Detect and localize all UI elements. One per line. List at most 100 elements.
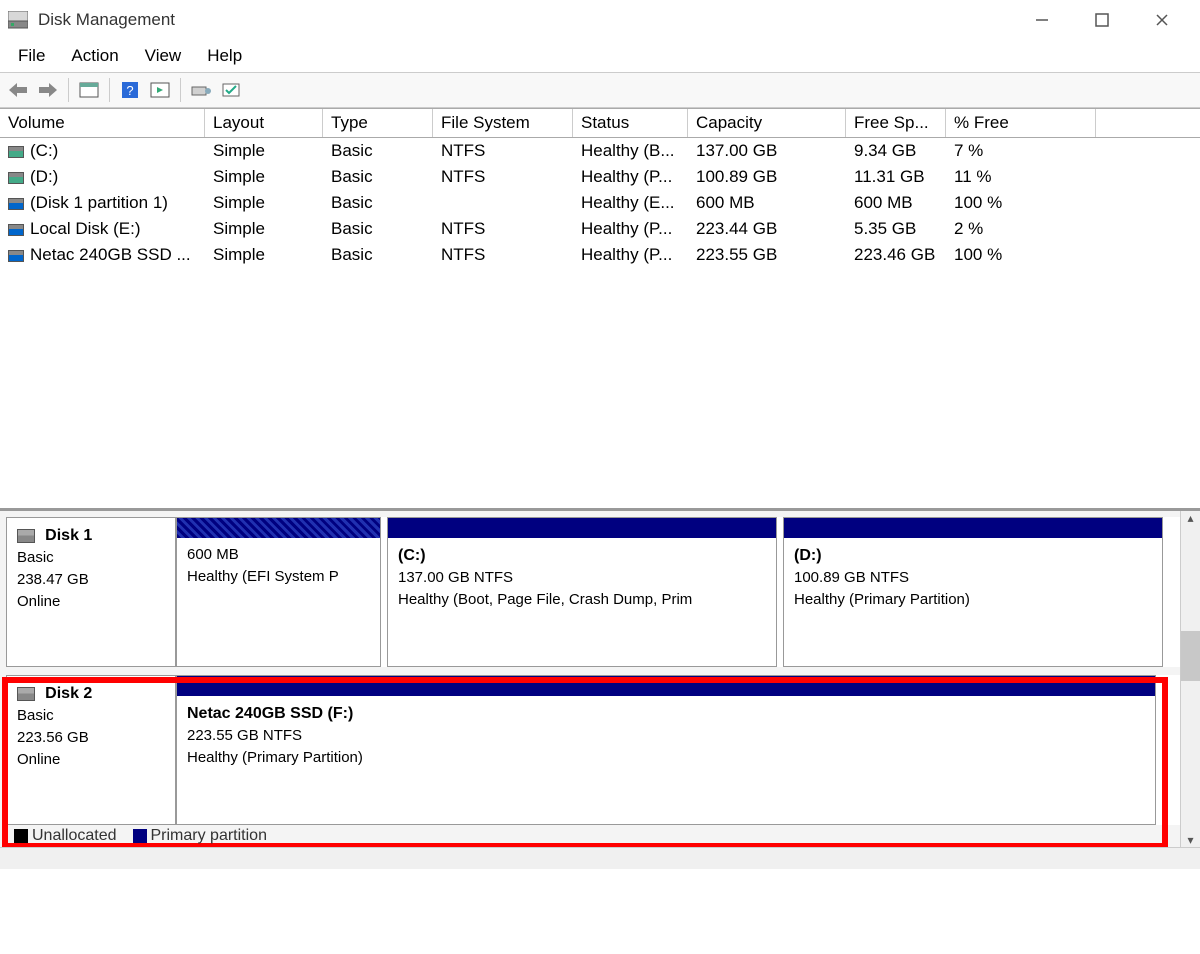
show-hide-console-icon[interactable] xyxy=(77,78,101,102)
disk-type: Basic xyxy=(17,549,54,566)
col-volume[interactable]: Volume xyxy=(0,109,205,137)
part-title: Netac 240GB SSD (F:) xyxy=(187,705,353,722)
cell-volume: Netac 240GB SSD ... xyxy=(30,245,191,264)
cell-layout: Simple xyxy=(205,140,323,162)
disk-row-2[interactable]: Disk 2 Basic 223.56 GB Online Netac 240G… xyxy=(6,675,1194,825)
table-row[interactable]: Netac 240GB SSD ...SimpleBasicNTFSHealth… xyxy=(0,242,1200,268)
cell-capacity: 137.00 GB xyxy=(688,140,846,162)
app-icon xyxy=(8,11,28,29)
cell-layout: Simple xyxy=(205,218,323,240)
cell-status: Healthy (P... xyxy=(573,218,688,240)
cell-free: 11.31 GB xyxy=(846,166,946,188)
graphical-view: Disk 1 Basic 238.47 GB Online 600 MB Hea… xyxy=(0,509,1200,869)
table-row[interactable]: (C:)SimpleBasicNTFSHealthy (B...137.00 G… xyxy=(0,138,1200,164)
help-icon[interactable]: ? xyxy=(118,78,142,102)
menubar: File Action View Help xyxy=(0,40,1200,72)
part-size: 137.00 GB NTFS xyxy=(398,567,766,589)
part-status: Healthy (EFI System P xyxy=(187,566,370,588)
partition-bar xyxy=(784,518,1162,538)
part-status: Healthy (Primary Partition) xyxy=(187,747,1145,769)
col-type[interactable]: Type xyxy=(323,109,433,137)
partition-f[interactable]: Netac 240GB SSD (F:) 223.55 GB NTFS Heal… xyxy=(176,675,1156,825)
disk-info-1[interactable]: Disk 1 Basic 238.47 GB Online xyxy=(6,517,176,667)
cell-fs: NTFS xyxy=(433,244,573,266)
col-layout[interactable]: Layout xyxy=(205,109,323,137)
cell-layout: Simple xyxy=(205,192,323,214)
partition-bar xyxy=(177,518,380,538)
partition-efi[interactable]: 600 MB Healthy (EFI System P xyxy=(176,517,381,667)
disk-icon xyxy=(17,529,35,543)
col-status[interactable]: Status xyxy=(573,109,688,137)
minimize-icon[interactable] xyxy=(1032,10,1052,30)
volume-icon xyxy=(8,172,24,184)
cell-layout: Simple xyxy=(205,166,323,188)
cell-free: 9.34 GB xyxy=(846,140,946,162)
partition-c[interactable]: (C:) 137.00 GB NTFS Healthy (Boot, Page … xyxy=(387,517,777,667)
cell-type: Basic xyxy=(323,140,433,162)
maximize-icon[interactable] xyxy=(1092,10,1112,30)
part-size: 223.55 GB NTFS xyxy=(187,725,1145,747)
col-spacer xyxy=(1096,109,1200,137)
col-free[interactable]: Free Sp... xyxy=(846,109,946,137)
cell-fs: NTFS xyxy=(433,218,573,240)
partition-d[interactable]: (D:) 100.89 GB NTFS Healthy (Primary Par… xyxy=(783,517,1163,667)
col-fs[interactable]: File System xyxy=(433,109,573,137)
refresh-icon[interactable] xyxy=(148,78,172,102)
part-title: (C:) xyxy=(398,547,426,564)
table-row[interactable]: (D:)SimpleBasicNTFSHealthy (P...100.89 G… xyxy=(0,164,1200,190)
volume-icon xyxy=(8,250,24,262)
cell-capacity: 223.55 GB xyxy=(688,244,846,266)
forward-button[interactable] xyxy=(36,78,60,102)
scroll-up-icon[interactable]: ▴ xyxy=(1187,511,1193,525)
volume-icon xyxy=(8,146,24,158)
cell-status: Healthy (P... xyxy=(573,166,688,188)
cell-fs: NTFS xyxy=(433,166,573,188)
back-button[interactable] xyxy=(6,78,30,102)
menu-view[interactable]: View xyxy=(133,42,194,70)
table-row[interactable]: (Disk 1 partition 1)SimpleBasicHealthy (… xyxy=(0,190,1200,216)
scrollbar[interactable]: ▴ ▾ xyxy=(1180,511,1200,847)
titlebar: Disk Management xyxy=(0,0,1200,40)
disk-icon xyxy=(17,687,35,701)
cell-pct: 100 % xyxy=(946,244,1096,266)
scroll-down-icon[interactable]: ▾ xyxy=(1187,833,1193,847)
toolbar: ? xyxy=(0,72,1200,108)
table-row[interactable]: Local Disk (E:) SimpleBasicNTFSHealthy (P… xyxy=(0,216,1200,242)
disk-label: Disk 2 xyxy=(45,685,92,702)
cell-type: Basic xyxy=(323,218,433,240)
part-status: Healthy (Primary Partition) xyxy=(794,589,1152,611)
cell-fs xyxy=(433,192,573,214)
disk-size: 238.47 GB xyxy=(17,571,89,588)
close-icon[interactable] xyxy=(1152,10,1172,30)
volume-icon xyxy=(8,198,24,210)
menu-help[interactable]: Help xyxy=(195,42,254,70)
svg-text:?: ? xyxy=(126,83,133,98)
volume-list-body[interactable]: (C:)SimpleBasicNTFSHealthy (B...137.00 G… xyxy=(0,138,1200,508)
menu-file[interactable]: File xyxy=(6,42,57,70)
part-status: Healthy (Boot, Page File, Crash Dump, Pr… xyxy=(398,589,766,611)
statusbar xyxy=(0,847,1200,869)
part-title: (D:) xyxy=(794,547,822,564)
menu-action[interactable]: Action xyxy=(59,42,130,70)
col-pct[interactable]: % Free xyxy=(946,109,1096,137)
cell-volume: (Disk 1 partition 1) xyxy=(30,193,168,212)
disk-row-1[interactable]: Disk 1 Basic 238.47 GB Online 600 MB Hea… xyxy=(6,517,1194,667)
cell-free: 5.35 GB xyxy=(846,218,946,240)
col-cap[interactable]: Capacity xyxy=(688,109,846,137)
cell-capacity: 100.89 GB xyxy=(688,166,846,188)
settings-icon[interactable] xyxy=(189,78,213,102)
cell-volume: Local Disk (E:) xyxy=(30,219,141,238)
partition-bar xyxy=(177,676,1155,696)
cell-free: 600 MB xyxy=(846,192,946,214)
properties-icon[interactable] xyxy=(219,78,243,102)
legend: Unallocated Primary partition xyxy=(14,827,267,845)
legend-unallocated: Unallocated xyxy=(32,827,117,844)
volume-list: Volume Layout Type File System Status Ca… xyxy=(0,108,1200,509)
cell-volume: (D:) xyxy=(30,167,58,186)
disk-state: Online xyxy=(17,751,60,768)
volume-icon xyxy=(8,224,24,236)
partition-bar xyxy=(388,518,776,538)
disk-info-2[interactable]: Disk 2 Basic 223.56 GB Online xyxy=(6,675,176,825)
cell-pct: 7 % xyxy=(946,140,1096,162)
scroll-thumb[interactable] xyxy=(1181,631,1200,681)
